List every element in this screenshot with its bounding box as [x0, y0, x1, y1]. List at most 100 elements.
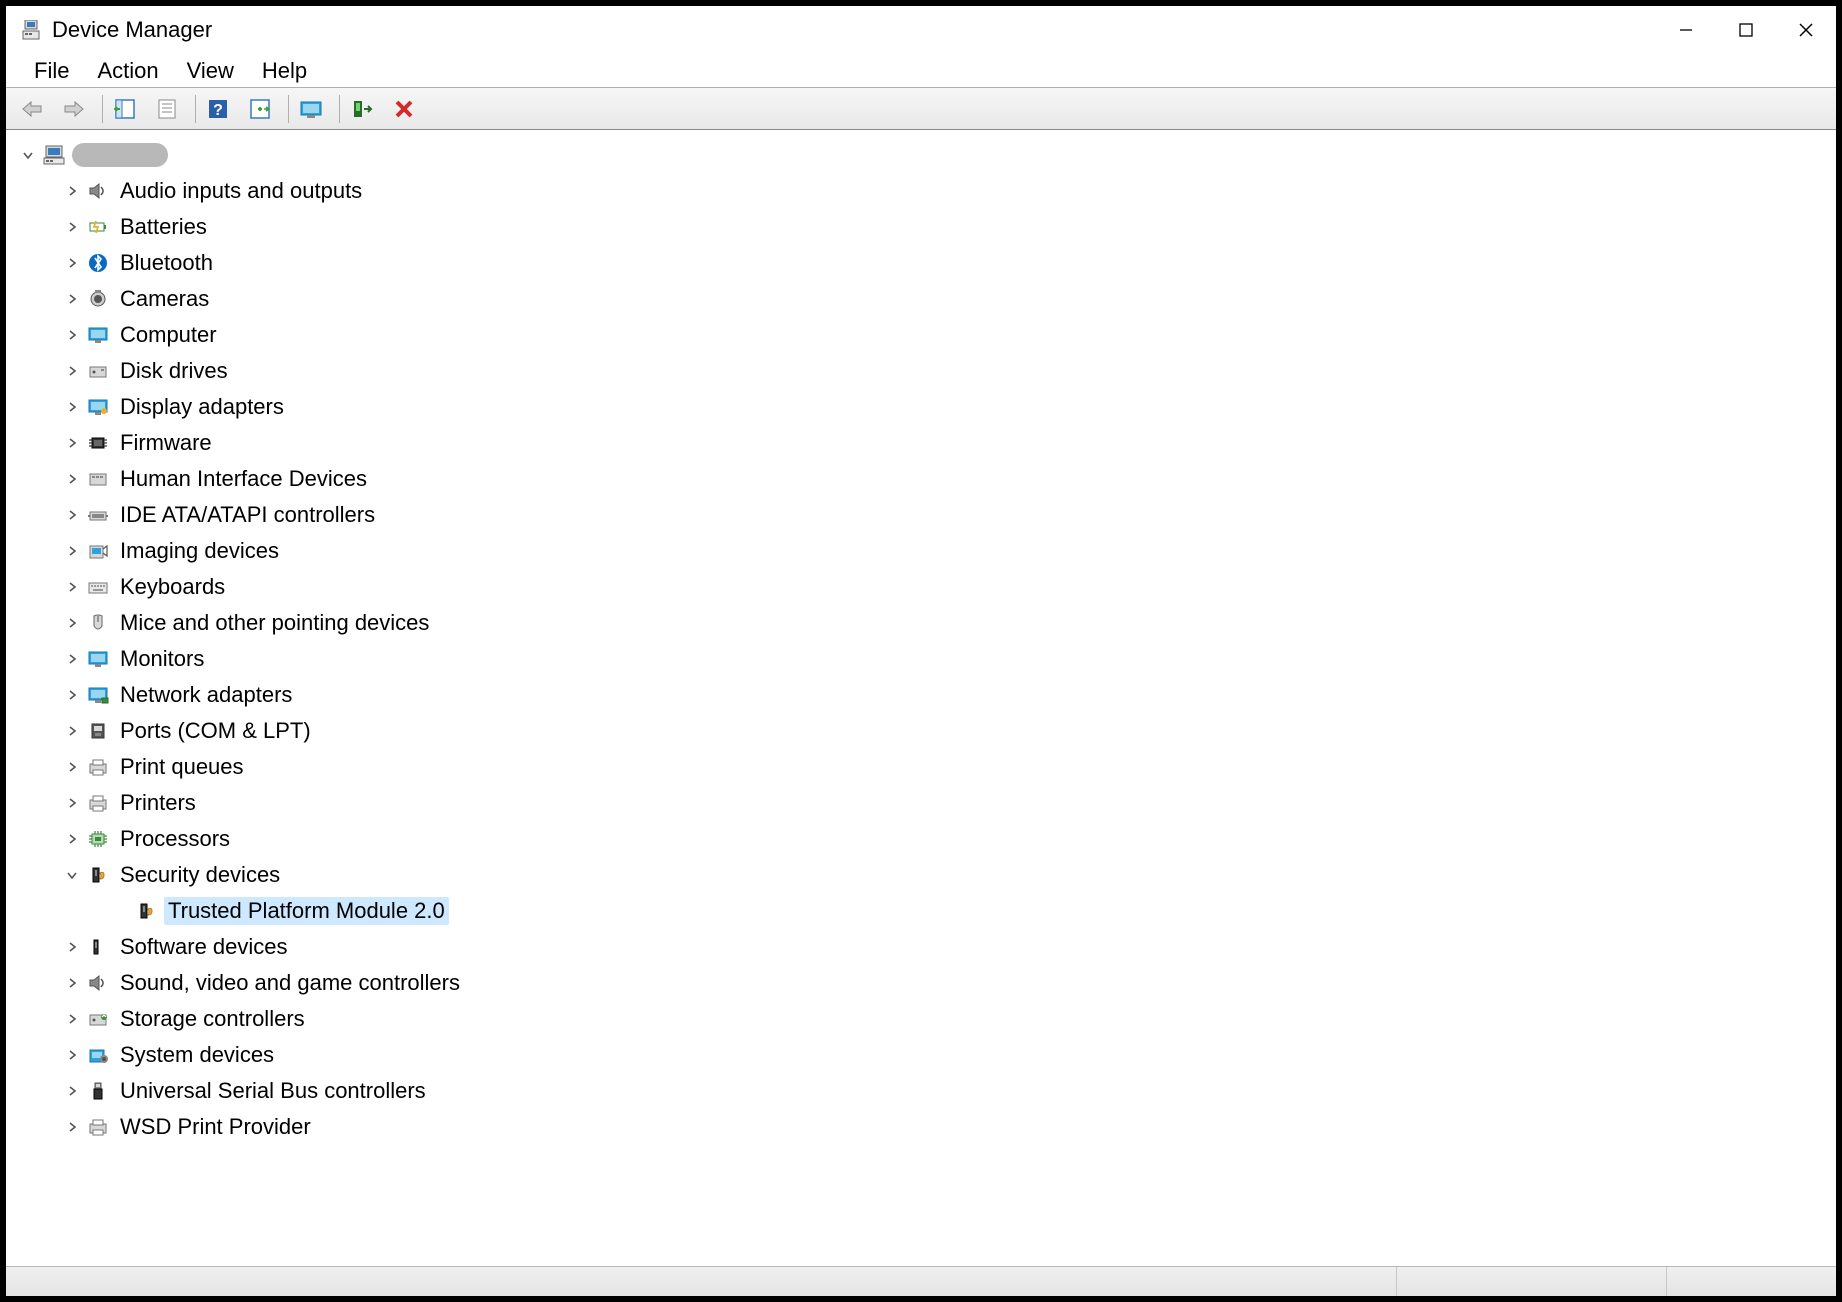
chevron-right-icon[interactable] — [62, 577, 82, 597]
tree-category[interactable]: Audio inputs and outputs — [6, 173, 1836, 209]
chevron-right-icon[interactable] — [62, 721, 82, 741]
help-button[interactable]: ? — [200, 91, 236, 127]
tree-category-label: Network adapters — [116, 681, 296, 709]
menu-bar: File Action View Help — [6, 54, 1836, 88]
chevron-right-icon[interactable] — [62, 613, 82, 633]
tree-category[interactable]: Batteries — [6, 209, 1836, 245]
cpu-icon — [86, 827, 110, 851]
chevron-right-icon[interactable] — [62, 253, 82, 273]
minimize-button[interactable] — [1656, 6, 1716, 54]
properties-button[interactable] — [149, 91, 185, 127]
bluetooth-icon — [86, 251, 110, 275]
audio-icon — [86, 179, 110, 203]
tree-category[interactable]: Network adapters — [6, 677, 1836, 713]
chevron-right-icon[interactable] — [62, 793, 82, 813]
chevron-right-icon[interactable] — [62, 937, 82, 957]
chevron-right-icon[interactable] — [62, 217, 82, 237]
chevron-down-icon[interactable] — [62, 865, 82, 885]
tree-category[interactable]: Ports (COM & LPT) — [6, 713, 1836, 749]
tree-category[interactable]: Print queues — [6, 749, 1836, 785]
chevron-right-icon[interactable] — [62, 289, 82, 309]
tree-category-label: Batteries — [116, 213, 211, 241]
tree-category[interactable]: Software devices — [6, 929, 1836, 965]
chevron-down-icon[interactable] — [18, 145, 38, 165]
chevron-right-icon[interactable] — [62, 1009, 82, 1029]
tree-category[interactable]: Disk drives — [6, 353, 1836, 389]
show-hide-console-button[interactable] — [107, 91, 143, 127]
uninstall-device-button[interactable] — [386, 91, 422, 127]
enable-device-button[interactable] — [344, 91, 380, 127]
keyboard-icon — [86, 575, 110, 599]
tree-category[interactable]: Imaging devices — [6, 533, 1836, 569]
chevron-right-icon[interactable] — [62, 541, 82, 561]
tree-category[interactable]: Computer — [6, 317, 1836, 353]
tree-category[interactable]: Printers — [6, 785, 1836, 821]
chevron-right-icon[interactable] — [62, 1045, 82, 1065]
chevron-right-icon[interactable] — [62, 1117, 82, 1137]
update-driver-button[interactable] — [293, 91, 329, 127]
tree-category[interactable]: Storage controllers — [6, 1001, 1836, 1037]
tree-device[interactable]: Trusted Platform Module 2.0 — [6, 893, 1836, 929]
toolbar: ? — [6, 88, 1836, 130]
system-icon — [86, 1043, 110, 1067]
menu-view[interactable]: View — [173, 56, 248, 86]
chevron-right-icon[interactable] — [62, 469, 82, 489]
tree-category-label: System devices — [116, 1041, 278, 1069]
chevron-right-icon[interactable] — [62, 649, 82, 669]
tree-category[interactable]: Mice and other pointing devices — [6, 605, 1836, 641]
tree-category[interactable]: Monitors — [6, 641, 1836, 677]
tree-category[interactable]: Cameras — [6, 281, 1836, 317]
tree-device-label: Trusted Platform Module 2.0 — [164, 897, 449, 925]
chevron-right-icon[interactable] — [62, 757, 82, 777]
chevron-right-icon[interactable] — [62, 433, 82, 453]
tree-category-label: Mice and other pointing devices — [116, 609, 433, 637]
forward-button[interactable] — [56, 91, 92, 127]
toolbar-separator — [102, 95, 103, 123]
tree-category[interactable]: Display adapters — [6, 389, 1836, 425]
menu-file[interactable]: File — [20, 56, 83, 86]
imaging-icon — [86, 539, 110, 563]
window-title: Device Manager — [52, 17, 212, 43]
chevron-right-icon[interactable] — [62, 685, 82, 705]
tree-category-label: Disk drives — [116, 357, 232, 385]
app-icon — [20, 19, 42, 41]
chevron-right-icon[interactable] — [62, 829, 82, 849]
tree-category-label: IDE ATA/ATAPI controllers — [116, 501, 379, 529]
chevron-right-icon[interactable] — [62, 181, 82, 201]
tree-category[interactable]: Firmware — [6, 425, 1836, 461]
tree-category[interactable]: IDE ATA/ATAPI controllers — [6, 497, 1836, 533]
tree-category-label: Universal Serial Bus controllers — [116, 1077, 430, 1105]
maximize-button[interactable] — [1716, 6, 1776, 54]
chevron-right-icon[interactable] — [62, 325, 82, 345]
status-section — [1666, 1267, 1836, 1296]
chevron-right-icon[interactable] — [62, 361, 82, 381]
tree-root[interactable] — [6, 137, 1836, 173]
tree-category[interactable]: Human Interface Devices — [6, 461, 1836, 497]
tree-category[interactable]: Universal Serial Bus controllers — [6, 1073, 1836, 1109]
tree-category[interactable]: WSD Print Provider — [6, 1109, 1836, 1145]
display-icon — [86, 395, 110, 419]
scan-hardware-button[interactable] — [242, 91, 278, 127]
tree-category[interactable]: Sound, video and game controllers — [6, 965, 1836, 1001]
tree-category-label: Security devices — [116, 861, 284, 889]
ide-icon — [86, 503, 110, 527]
tree-category[interactable]: Processors — [6, 821, 1836, 857]
device-tree[interactable]: Audio inputs and outputs Batteries Bluetoo… — [6, 130, 1836, 1266]
tree-category[interactable]: Security devices — [6, 857, 1836, 893]
chevron-right-icon[interactable] — [62, 505, 82, 525]
menu-help[interactable]: Help — [248, 56, 321, 86]
chevron-right-icon[interactable] — [62, 973, 82, 993]
chevron-right-icon[interactable] — [62, 1081, 82, 1101]
printer-icon — [86, 1115, 110, 1139]
tree-category[interactable]: Bluetooth — [6, 245, 1836, 281]
tree-category[interactable]: Keyboards — [6, 569, 1836, 605]
chip-icon — [86, 431, 110, 455]
tree-category-label: Print queues — [116, 753, 248, 781]
menu-action[interactable]: Action — [83, 56, 172, 86]
chevron-right-icon[interactable] — [62, 397, 82, 417]
toolbar-separator — [195, 95, 196, 123]
computer-icon — [42, 143, 66, 167]
back-button[interactable] — [14, 91, 50, 127]
tree-category[interactable]: System devices — [6, 1037, 1836, 1073]
close-button[interactable] — [1776, 6, 1836, 54]
